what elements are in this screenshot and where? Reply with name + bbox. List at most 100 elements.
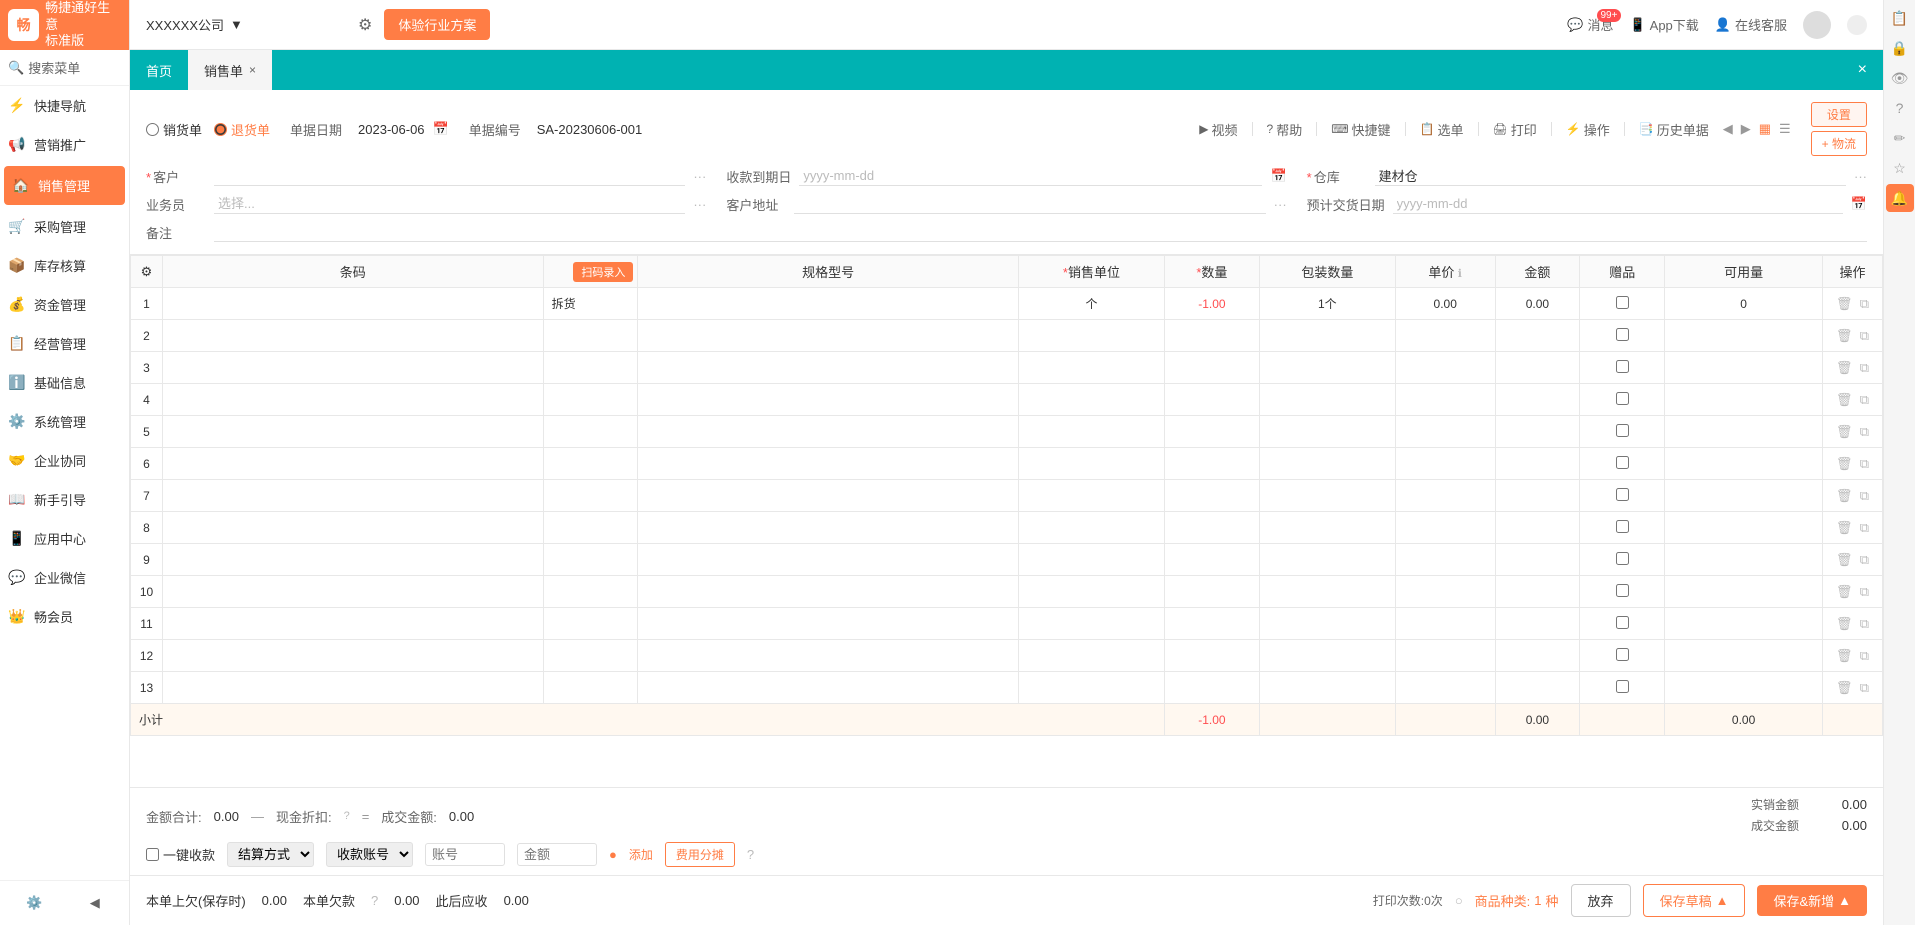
settings-gear-icon[interactable]: ⚙ <box>141 264 153 279</box>
row-gift[interactable] <box>1580 608 1665 640</box>
row-product[interactable] <box>543 384 638 416</box>
account-select[interactable]: 收款账号 <box>326 842 413 867</box>
add-btn[interactable]: 添加 <box>629 846 653 863</box>
row-product[interactable] <box>543 448 638 480</box>
row-copy-icon[interactable]: ⧉ <box>1860 392 1869 407</box>
expense-help-icon[interactable]: ? <box>747 847 754 862</box>
due-date-calendar-icon[interactable]: 📅 <box>1270 168 1286 184</box>
sidebar-item-member[interactable]: 👑 畅会员 <box>0 597 129 636</box>
expense-btn[interactable]: 费用分摊 <box>665 842 735 867</box>
row-qty[interactable] <box>1164 672 1259 704</box>
product-kind-icon[interactable]: ○ <box>1455 893 1463 908</box>
row-price[interactable] <box>1395 480 1495 512</box>
address-more-icon[interactable]: ··· <box>1274 197 1287 212</box>
action-btn[interactable]: ⚡ 操作 <box>1560 118 1616 141</box>
row-product[interactable] <box>543 480 638 512</box>
row-price[interactable] <box>1395 416 1495 448</box>
amount-input[interactable] <box>517 843 597 866</box>
col-settings[interactable]: ⚙ <box>131 256 163 288</box>
row-delete-icon[interactable]: 🗑 <box>1836 360 1853 375</box>
row-spec[interactable] <box>638 384 1019 416</box>
row-copy-icon[interactable]: ⧉ <box>1860 296 1869 311</box>
total-debt-info-icon[interactable]: ? <box>371 893 378 908</box>
row-copy-icon[interactable]: ⧉ <box>1860 680 1869 695</box>
row-barcode[interactable] <box>163 672 544 704</box>
user-avatar[interactable] <box>1803 11 1831 39</box>
settlement-method-select[interactable]: 结算方式 <box>227 842 314 867</box>
tab-close-icon[interactable]: × <box>249 63 256 77</box>
sidebar-item-operations[interactable]: 📋 经营管理 <box>0 324 129 363</box>
sidebar-collapse-btn[interactable]: ◀ <box>69 889 122 917</box>
row-spec[interactable] <box>638 288 1019 320</box>
row-barcode[interactable] <box>163 544 544 576</box>
row-qty[interactable] <box>1164 512 1259 544</box>
online-service-btn[interactable]: 👤 在线客服 <box>1715 15 1787 34</box>
radio-return[interactable]: 退货单 <box>214 120 270 139</box>
row-delete-icon[interactable]: 🗑 <box>1836 488 1853 503</box>
row-spec[interactable] <box>638 640 1019 672</box>
right-panel-eye-icon[interactable]: 👁 <box>1886 64 1914 92</box>
row-copy-icon[interactable]: ⧉ <box>1860 520 1869 535</box>
customer-input[interactable] <box>214 166 685 186</box>
row-spec[interactable] <box>638 672 1019 704</box>
right-panel-edit-icon[interactable]: ✏ <box>1886 124 1914 152</box>
tab-sales-order[interactable]: 销售单 × <box>188 50 272 90</box>
row-gift[interactable] <box>1580 448 1665 480</box>
row-gift[interactable] <box>1580 672 1665 704</box>
print-btn[interactable]: 🖨 打印 <box>1487 118 1543 141</box>
list-view-icon[interactable]: ☰ <box>1779 121 1791 137</box>
row-price[interactable] <box>1395 640 1495 672</box>
row-copy-icon[interactable]: ⧉ <box>1860 328 1869 343</box>
row-spec[interactable] <box>638 480 1019 512</box>
row-copy-icon[interactable]: ⧉ <box>1860 616 1869 631</box>
row-price[interactable] <box>1395 512 1495 544</box>
right-panel-lock-icon[interactable]: 🔒 <box>1886 34 1914 62</box>
warehouse-more-icon[interactable]: ··· <box>1854 169 1867 184</box>
row-spec[interactable] <box>638 416 1019 448</box>
row-qty[interactable] <box>1164 352 1259 384</box>
row-price[interactable] <box>1395 320 1495 352</box>
row-qty[interactable] <box>1164 640 1259 672</box>
sidebar-search[interactable]: 🔍 搜索菜单 <box>0 50 129 86</box>
one-click-payment-checkbox[interactable]: 一键收款 <box>146 845 215 864</box>
row-barcode[interactable] <box>163 320 544 352</box>
row-product[interactable] <box>543 576 638 608</box>
row-gift[interactable] <box>1580 512 1665 544</box>
radio-sales[interactable]: 销货单 <box>146 120 202 139</box>
price-info-icon[interactable]: ℹ <box>1458 268 1462 280</box>
customer-more-icon[interactable]: ··· <box>693 169 706 184</box>
row-product[interactable] <box>543 320 638 352</box>
row-gift[interactable] <box>1580 480 1665 512</box>
row-delete-icon[interactable]: 🗑 <box>1836 296 1853 311</box>
right-panel-star-icon[interactable]: ☆ <box>1886 154 1914 182</box>
row-barcode[interactable] <box>163 448 544 480</box>
row-delete-icon[interactable]: 🗑 <box>1836 680 1853 695</box>
row-product[interactable]: 拆货 <box>543 288 638 320</box>
right-panel-help-icon[interactable]: ? <box>1886 94 1914 122</box>
row-price[interactable] <box>1395 384 1495 416</box>
row-price[interactable]: 0.00 <box>1395 288 1495 320</box>
row-gift[interactable] <box>1580 288 1665 320</box>
row-spec[interactable] <box>638 608 1019 640</box>
row-product[interactable] <box>543 608 638 640</box>
row-product[interactable] <box>543 416 638 448</box>
row-barcode[interactable] <box>163 640 544 672</box>
row-barcode[interactable] <box>163 352 544 384</box>
row-copy-icon[interactable]: ⧉ <box>1860 456 1869 471</box>
sidebar-item-marketing[interactable]: 📢 营销推广 <box>0 125 129 164</box>
row-delete-icon[interactable]: 🗑 <box>1836 456 1853 471</box>
video-btn[interactable]: ▶ 视频 <box>1193 118 1243 141</box>
calendar-icon[interactable]: 📅 <box>433 121 449 137</box>
row-qty[interactable] <box>1164 480 1259 512</box>
sidebar-item-guide[interactable]: 📖 新手引导 <box>0 480 129 519</box>
row-gift[interactable] <box>1580 320 1665 352</box>
row-barcode[interactable] <box>163 576 544 608</box>
row-qty[interactable] <box>1164 544 1259 576</box>
row-barcode[interactable] <box>163 512 544 544</box>
row-gift[interactable] <box>1580 352 1665 384</box>
right-panel-notification-icon[interactable]: 🔔 <box>1886 184 1914 212</box>
delivery-date-input[interactable] <box>1393 194 1843 214</box>
warehouse-input[interactable] <box>1375 166 1846 186</box>
logistics-btn[interactable]: + 物流 <box>1811 131 1867 156</box>
sidebar-item-appstore[interactable]: 📱 应用中心 <box>0 519 129 558</box>
